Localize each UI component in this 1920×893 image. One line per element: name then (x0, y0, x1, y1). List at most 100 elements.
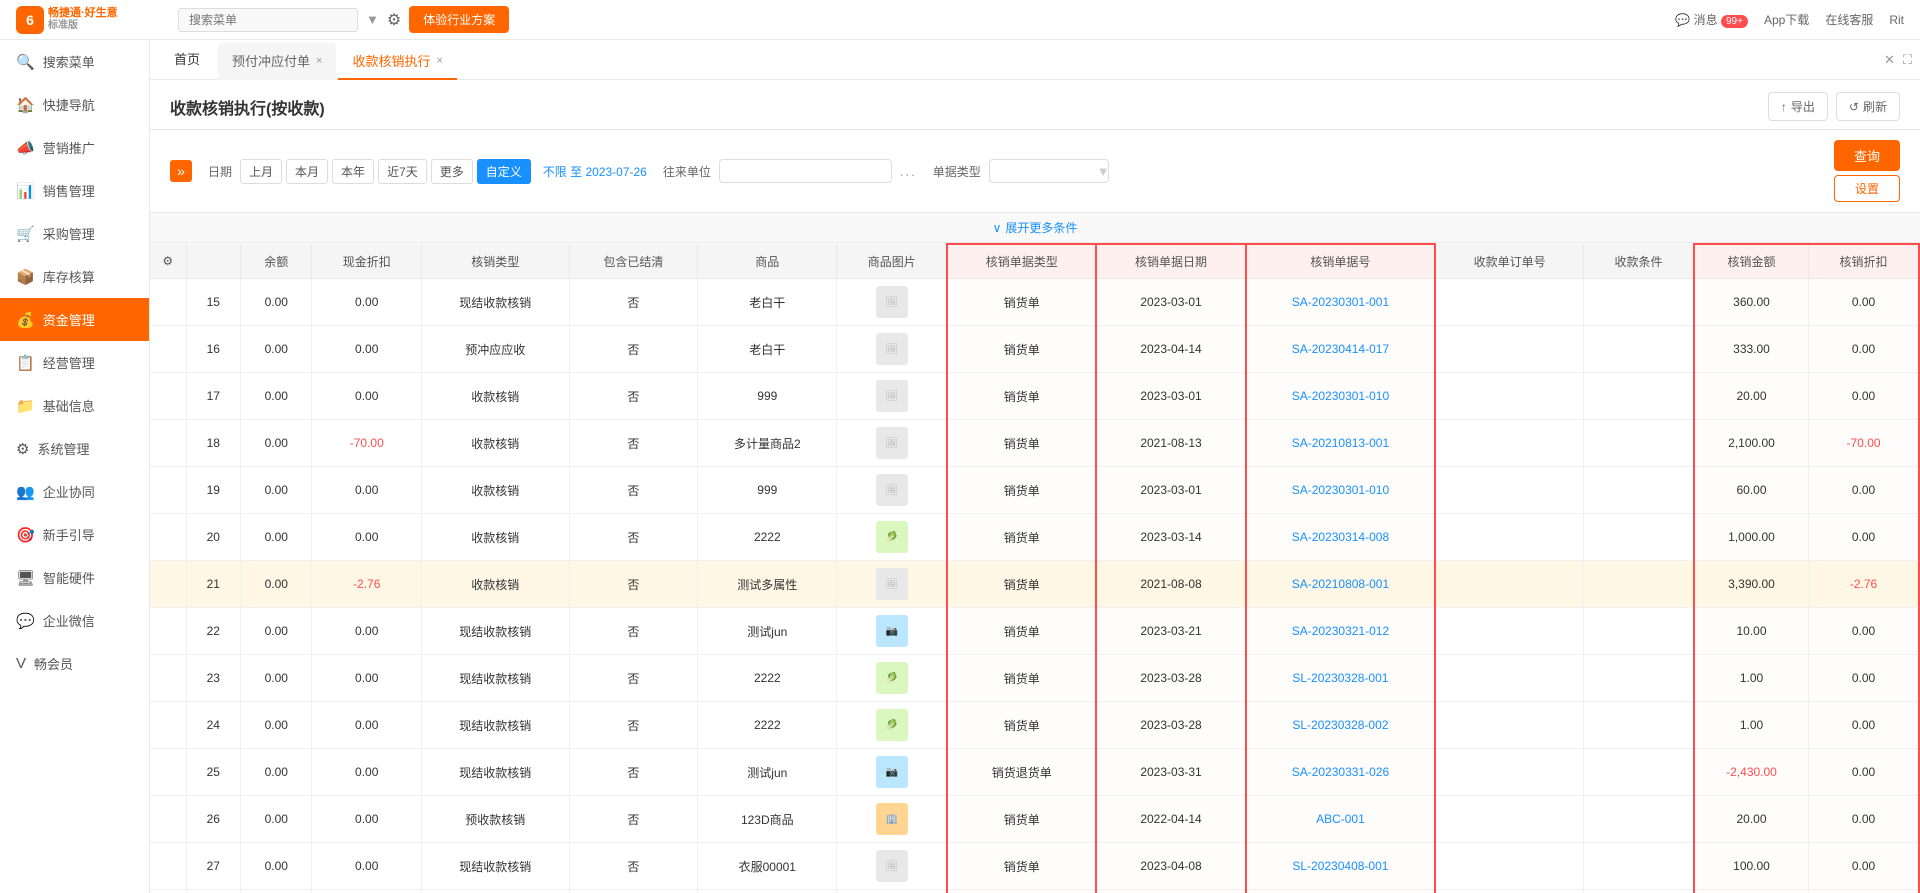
cell-verify-doc-no[interactable]: SA-20230314-008 (1246, 514, 1436, 561)
doc-no-link[interactable]: SA-20230314-008 (1292, 530, 1389, 544)
date-curr-btn[interactable]: 本月 (286, 159, 328, 184)
cell-verify-doc-no[interactable]: SA-20230301-010 (1246, 467, 1436, 514)
doc-no-link[interactable]: SA-20230301-010 (1292, 389, 1389, 403)
sidebar-item-wechat[interactable]: 💬 企业微信 (0, 599, 149, 642)
sidebar-item-member[interactable]: V 畅会员 (0, 642, 149, 685)
sidebar-item-collab[interactable]: 👥 企业协同 (0, 470, 149, 513)
inventory-icon: 📦 (16, 268, 35, 286)
sidebar-item-inventory[interactable]: 📦 库存核算 (0, 255, 149, 298)
goods-image: 📷 (876, 756, 908, 788)
cell-verify-doc-date: 2023-04-18 (1096, 890, 1245, 893)
doc-no-link[interactable]: SA-20230301-001 (1292, 295, 1389, 309)
cell-goods: 999 (698, 373, 837, 420)
doc-no-link[interactable]: SL-20230328-002 (1292, 718, 1388, 732)
sidebar-item-quicknav[interactable]: 🏠 快捷导航 (0, 83, 149, 126)
cell-verify-doc-no[interactable]: SA-20230414-017 (1246, 326, 1436, 373)
top-bar-center: ▼ ⚙ 体验行业方案 (178, 6, 1663, 33)
sidebar-item-marketing[interactable]: 📣 营销推广 (0, 126, 149, 169)
industry-btn[interactable]: 体验行业方案 (409, 6, 509, 33)
sidebar-item-system[interactable]: ⚙ 系统管理 (0, 427, 149, 470)
sidebar-item-label: 企业微信 (43, 611, 95, 630)
tab-verify[interactable]: 收款核销执行 × (338, 43, 456, 80)
tab-prepay[interactable]: 预付冲应付单 × (218, 43, 336, 80)
doc-no-link[interactable]: SA-20230321-012 (1292, 624, 1389, 638)
cell-verify-doc-no[interactable]: SA-20230321-012 (1246, 608, 1436, 655)
cell-verify-doc-no[interactable]: SA-20230331-026 (1246, 749, 1436, 796)
cell-verify-doc-no[interactable]: SL-20230328-001 (1246, 655, 1436, 702)
doc-no-link[interactable]: SA-20230331-026 (1292, 765, 1389, 779)
cell-verify-doc-date: 2021-08-13 (1096, 420, 1245, 467)
logo-icon: 6 (16, 6, 44, 34)
sidebar-item-basic-info[interactable]: 📁 基础信息 (0, 384, 149, 427)
doc-no-link[interactable]: SA-20210813-001 (1292, 436, 1389, 450)
cell-verify-doc-no[interactable]: SL-20230328-002 (1246, 702, 1436, 749)
table-row: 18 0.00 -70.00 收款核销 否 多计量商品2 🖼 销货单 2021-… (150, 420, 1919, 467)
query-btn[interactable]: 查询 (1834, 140, 1900, 171)
date-more-btn[interactable]: 更多 (431, 159, 473, 184)
online-service-link[interactable]: 在线客服 (1825, 11, 1873, 28)
refresh-btn[interactable]: ↺ 刷新 (1836, 92, 1900, 121)
party-input[interactable] (719, 159, 892, 183)
cell-verify-doc-no[interactable]: SL-20230408-001 (1246, 843, 1436, 890)
sidebar-item-finance[interactable]: 💰 资金管理 (0, 298, 149, 341)
th-gear[interactable]: ⚙ (150, 244, 186, 279)
cell-verify-type: 预收款核销 (422, 796, 570, 843)
sidebar-item-hardware[interactable]: 🖥 智能硬件 (0, 556, 149, 599)
cell-goods: 2222 (698, 890, 837, 893)
cell-verify-amount: 360.00 (1694, 279, 1809, 326)
sidebar-item-purchase[interactable]: 🛒 采购管理 (0, 212, 149, 255)
cell-balance: 0.00 (241, 702, 312, 749)
tab-prepay-close[interactable]: × (316, 55, 322, 67)
date-custom-btn[interactable]: 自定义 (477, 159, 531, 184)
cell-payment-terms (1584, 420, 1694, 467)
cell-verify-doc-no[interactable]: SA-20230301-001 (1246, 279, 1436, 326)
tab-verify-close[interactable]: × (436, 55, 442, 67)
cell-balance: 0.00 (241, 420, 312, 467)
collapse-filter-btn[interactable]: » (170, 160, 192, 182)
cell-verify-discount: 0.00 (1809, 279, 1919, 326)
settings-icon[interactable]: ⚙ (387, 10, 401, 30)
doc-no-link[interactable]: SA-20230414-017 (1292, 342, 1389, 356)
cell-verify-doc-no[interactable]: SA-20210808-001 (1246, 561, 1436, 608)
date-prev-btn[interactable]: 上月 (240, 159, 282, 184)
close-window-icon[interactable]: ✕ (1884, 52, 1895, 68)
user-area[interactable]: Rit (1889, 13, 1904, 27)
doc-no-link[interactable]: SA-20210808-001 (1292, 577, 1389, 591)
cell-receipt-order-no (1435, 514, 1583, 561)
date-week-btn[interactable]: 近7天 (378, 159, 427, 184)
cell-receipt-order-no (1435, 890, 1583, 893)
table-row: 22 0.00 0.00 现结收款核销 否 测试jun 📷 销货单 2023-0… (150, 608, 1919, 655)
sidebar-item-sales[interactable]: 📊 销售管理 (0, 169, 149, 212)
page-content: 收款核销执行(按收款) ↑ 导出 ↺ 刷新 » 日期 (150, 80, 1920, 893)
cell-seq: 24 (186, 702, 241, 749)
sidebar-item-label: 营销推广 (43, 138, 95, 157)
doc-no-link[interactable]: SL-20230328-001 (1292, 671, 1388, 685)
cell-verify-doc-no[interactable]: SA-20230301-010 (1246, 373, 1436, 420)
date-year-btn[interactable]: 本年 (332, 159, 374, 184)
doc-no-link[interactable]: SA-20230301-010 (1292, 483, 1389, 497)
doctype-select[interactable] (989, 159, 1109, 183)
sidebar-item-operations[interactable]: 📋 经营管理 (0, 341, 149, 384)
maximize-icon[interactable]: ⛶ (1903, 52, 1912, 68)
goods-image: 📷 (876, 615, 908, 647)
export-btn[interactable]: ↑ 导出 (1768, 92, 1828, 121)
doc-no-link[interactable]: ABC-001 (1316, 812, 1365, 826)
search-input[interactable] (178, 8, 358, 32)
cell-goods-image: 🖼 (837, 420, 947, 467)
cell-gear (150, 702, 186, 749)
sidebar-item-label: 销售管理 (43, 181, 95, 200)
sidebar-item-search[interactable]: 🔍 搜索菜单 (0, 40, 149, 83)
cell-verify-doc-no[interactable]: SA-20210813-001 (1246, 420, 1436, 467)
cell-verify-doc-no[interactable]: SL-20230418-001 (1246, 890, 1436, 893)
cell-verify-doc-no[interactable]: ABC-001 (1246, 796, 1436, 843)
cell-gear (150, 890, 186, 893)
tab-home[interactable]: 首页 (158, 41, 216, 78)
cell-cash-discount: 0.00 (312, 890, 422, 893)
app-download-link[interactable]: App下载 (1764, 11, 1809, 28)
filter-settings-btn[interactable]: 设置 (1834, 175, 1900, 202)
doc-no-link[interactable]: SL-20230408-001 (1292, 859, 1388, 873)
notification-area[interactable]: 💬 消息 99+ (1675, 11, 1748, 28)
dropdown-arrow[interactable]: ▼ (366, 12, 379, 27)
sidebar-item-guide[interactable]: 🎯 新手引导 (0, 513, 149, 556)
expand-filter-btn[interactable]: ∨ 展开更多条件 (993, 219, 1078, 236)
